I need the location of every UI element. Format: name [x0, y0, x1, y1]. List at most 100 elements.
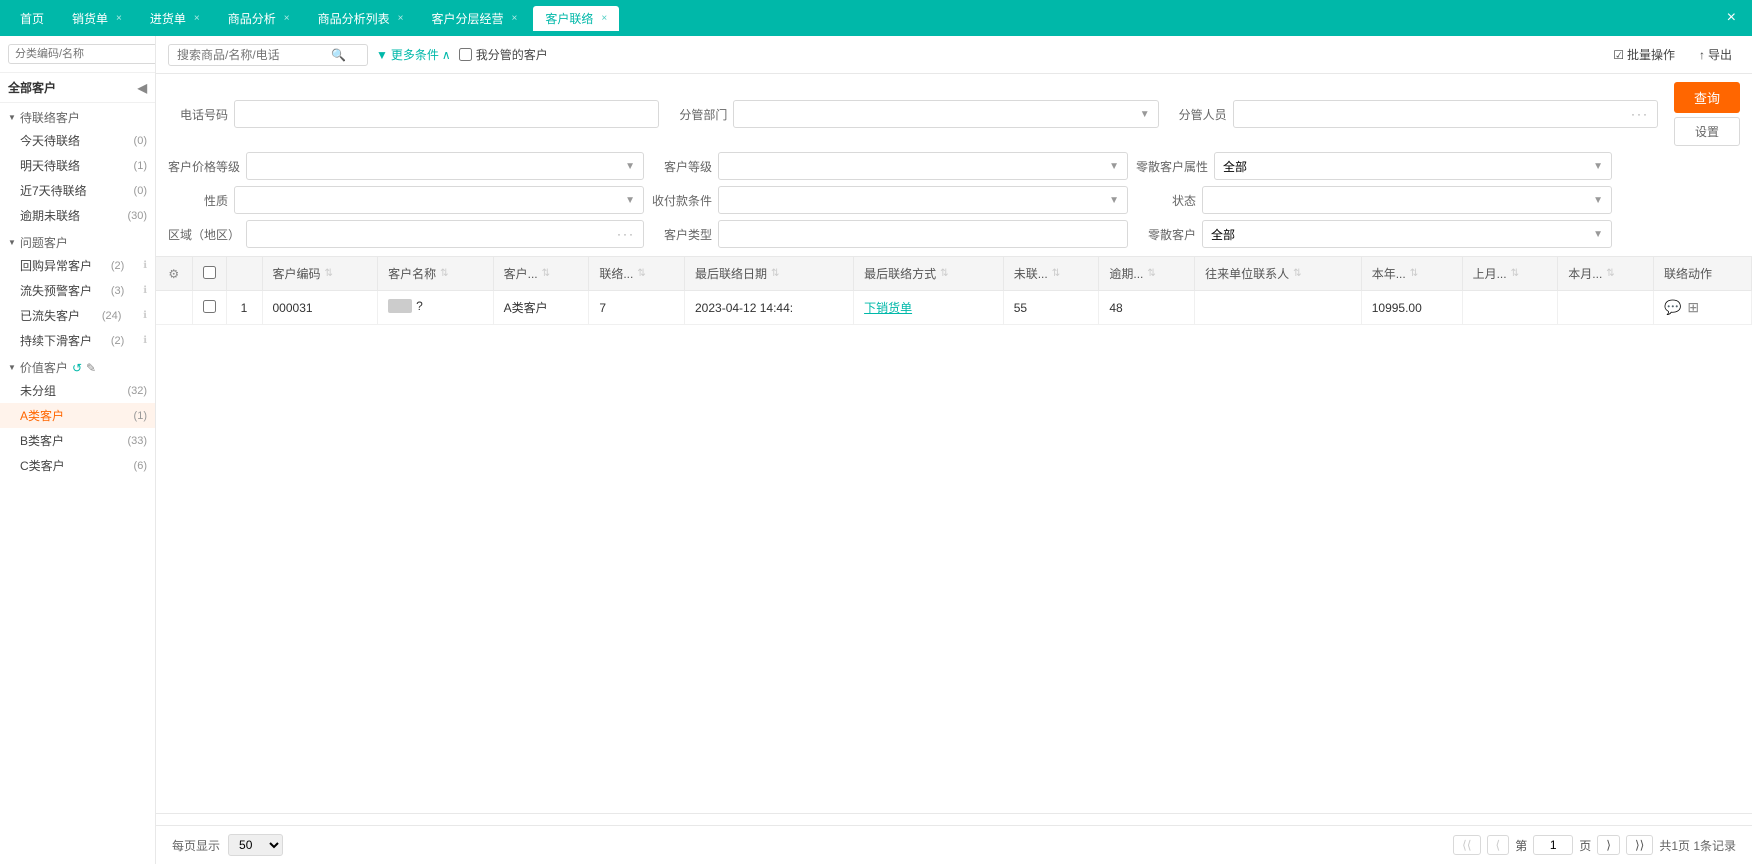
- row-checkbox[interactable]: [203, 300, 216, 313]
- person-select[interactable]: ···: [1233, 100, 1658, 128]
- page-number-input[interactable]: [1533, 835, 1573, 855]
- th-method-sort[interactable]: ⇅: [940, 268, 948, 279]
- batch-ops-btn[interactable]: ☑ 批量操作: [1605, 42, 1683, 67]
- query-button[interactable]: 查询: [1674, 82, 1740, 113]
- price-level-select[interactable]: ▼: [246, 152, 644, 180]
- th-date-sort[interactable]: ⇅: [771, 268, 779, 279]
- sidebar-search-input[interactable]: [8, 44, 156, 64]
- field-payment-label: 收付款条件: [652, 192, 712, 209]
- tab-customer-contact-close[interactable]: ×: [601, 13, 607, 24]
- sidebar-item-ungrouped[interactable]: 未分组 (32): [0, 378, 155, 403]
- declining-label: 持续下滑客户: [20, 332, 92, 349]
- sidebar-item-7day-contact[interactable]: 近7天待联络 (0): [0, 178, 155, 203]
- tab-sales[interactable]: 销货单 ×: [60, 6, 134, 31]
- customer-name-masked: [388, 299, 412, 313]
- bottom-right: ⟨⟨ ⟨ 第 页 ⟩ ⟩⟩ 共1页 1条记录: [1453, 835, 1736, 855]
- sidebar-item-c-class[interactable]: C类客户 (6): [0, 453, 155, 478]
- last-page-btn[interactable]: ⟩⟩: [1626, 835, 1653, 855]
- status-select[interactable]: ▼: [1202, 186, 1612, 214]
- filter-more-btn[interactable]: ▼ 更多条件 ∧: [376, 46, 451, 63]
- tab-customer-tier-close[interactable]: ×: [511, 13, 517, 24]
- sidebar-collapse-icon[interactable]: ◀: [138, 81, 147, 95]
- th-code-sort[interactable]: ⇅: [325, 268, 333, 279]
- prev-page-btn[interactable]: ⟨: [1487, 835, 1510, 855]
- th-gear[interactable]: ⚙: [156, 257, 192, 291]
- last-method-value[interactable]: 下销货单: [864, 301, 912, 315]
- sidebar-item-a-class[interactable]: A类客户 (1): [0, 403, 155, 428]
- setting-button[interactable]: 设置: [1674, 117, 1740, 146]
- sidebar-item-churned[interactable]: 已流失客户 (24) ℹ: [0, 303, 155, 328]
- payment-arrow: ▼: [1109, 195, 1119, 206]
- filter-row-4: 区域（地区） ··· 客户类型 零散客户 全部 ▼: [168, 220, 1740, 248]
- tab-home[interactable]: 首页: [8, 6, 56, 31]
- main-layout: 🔍 全部客户 ◀ ▼ 待联络客户 今天待联络 (0) 明天待联络 (1) 近7天…: [0, 36, 1752, 864]
- contact-value: 7: [599, 301, 606, 315]
- sidebar-item-repurchase-abnormal[interactable]: 回购异常客户 (2) ℹ: [0, 253, 155, 278]
- field-retail-attr-label: 零散客户属性: [1136, 158, 1208, 175]
- chat-action-icon[interactable]: 💬: [1664, 299, 1681, 316]
- dept-select[interactable]: ▼: [733, 100, 1158, 128]
- tab-customer-tier[interactable]: 客户分层经营 ×: [419, 6, 529, 31]
- sidebar: 🔍 全部客户 ◀ ▼ 待联络客户 今天待联络 (0) 明天待联络 (1) 近7天…: [0, 36, 156, 864]
- sidebar-item-declining[interactable]: 持续下滑客户 (2) ℹ: [0, 328, 155, 353]
- tab-customer-tier-label: 客户分层经营: [431, 10, 503, 27]
- th-checkbox: [192, 257, 226, 291]
- group-pending-triangle: ▼: [8, 113, 16, 122]
- tab-analysis-list-close[interactable]: ×: [398, 13, 404, 24]
- th-contact-sort[interactable]: ⇅: [637, 268, 645, 279]
- tab-purchase[interactable]: 进货单 ×: [138, 6, 212, 31]
- th-level-sort[interactable]: ⇅: [542, 268, 550, 279]
- th-year-sort[interactable]: ⇅: [1410, 268, 1418, 279]
- tab-analysis-close[interactable]: ×: [284, 13, 290, 24]
- tab-analysis[interactable]: 商品分析 ×: [216, 6, 302, 31]
- field-dept-label: 分管部门: [667, 106, 727, 123]
- field-retail-cust-label: 零散客户: [1136, 226, 1196, 243]
- my-customers-checkbox[interactable]: [459, 48, 472, 61]
- filter-search-icon: 🔍: [331, 48, 346, 62]
- export-btn[interactable]: ↑ 导出: [1691, 42, 1740, 67]
- sidebar-item-overdue-contact[interactable]: 逾期未联络 (30): [0, 203, 155, 228]
- select-all-checkbox[interactable]: [203, 266, 216, 279]
- filter-more-label: 更多条件: [391, 46, 439, 63]
- sidebar-item-b-class[interactable]: B类客户 (33): [0, 428, 155, 453]
- cust-level-select[interactable]: ▼: [718, 152, 1128, 180]
- tab-purchase-close[interactable]: ×: [194, 13, 200, 24]
- value-group-refresh-icon[interactable]: ↺: [72, 361, 82, 375]
- sidebar-item-tomorrow-contact[interactable]: 明天待联络 (1): [0, 153, 155, 178]
- th-overdue-sort[interactable]: ⇅: [1147, 268, 1155, 279]
- tab-customer-contact[interactable]: 客户联络 ×: [533, 6, 619, 31]
- retail-cust-value: 全部: [1211, 226, 1235, 243]
- qr-action-icon[interactable]: ⊞: [1687, 299, 1699, 316]
- my-customers-checkbox-container: 我分管的客户: [459, 46, 548, 63]
- nature-select[interactable]: ▼: [234, 186, 644, 214]
- ungrouped-count: (32): [127, 385, 147, 397]
- payment-select[interactable]: ▼: [718, 186, 1128, 214]
- first-page-btn[interactable]: ⟨⟨: [1453, 835, 1480, 855]
- filter-search-box[interactable]: 🔍: [168, 44, 368, 66]
- retail-attr-select[interactable]: 全部 ▼: [1214, 152, 1612, 180]
- horizontal-scrollbar[interactable]: [156, 813, 1752, 825]
- region-select[interactable]: ···: [246, 220, 644, 248]
- sidebar-item-churn-warning[interactable]: 流失预警客户 (3) ℹ: [0, 278, 155, 303]
- page-label: 第: [1515, 837, 1527, 854]
- filter-search-input[interactable]: [177, 48, 327, 62]
- filter-row-2: 客户价格等级 ▼ 客户等级 ▼ 零散客户属性 全部: [168, 152, 1740, 180]
- value-group-edit-icon[interactable]: ✎: [86, 361, 96, 375]
- th-month-sort[interactable]: ⇅: [1606, 268, 1614, 279]
- field-payment: 收付款条件 ▼: [652, 186, 1128, 214]
- cust-type-input[interactable]: [718, 220, 1128, 248]
- sidebar-item-today-contact[interactable]: 今天待联络 (0): [0, 128, 155, 153]
- th-unit-contacts-sort[interactable]: ⇅: [1293, 268, 1301, 279]
- th-name-sort[interactable]: ⇅: [440, 268, 448, 279]
- next-page-btn[interactable]: ⟩: [1597, 835, 1620, 855]
- th-no-contact-sort[interactable]: ⇅: [1052, 268, 1060, 279]
- page-size-select[interactable]: 50 100: [228, 834, 283, 856]
- customer-code-value: 000031: [273, 301, 313, 315]
- th-lmonth-sort[interactable]: ⇅: [1511, 268, 1519, 279]
- th-last-month: 上月... ⇅: [1462, 257, 1558, 291]
- window-close-button[interactable]: ×: [1719, 9, 1744, 27]
- retail-cust-select[interactable]: 全部 ▼: [1202, 220, 1612, 248]
- phone-input[interactable]: [234, 100, 659, 128]
- tab-sales-close[interactable]: ×: [116, 13, 122, 24]
- tab-analysis-list[interactable]: 商品分析列表 ×: [306, 6, 416, 31]
